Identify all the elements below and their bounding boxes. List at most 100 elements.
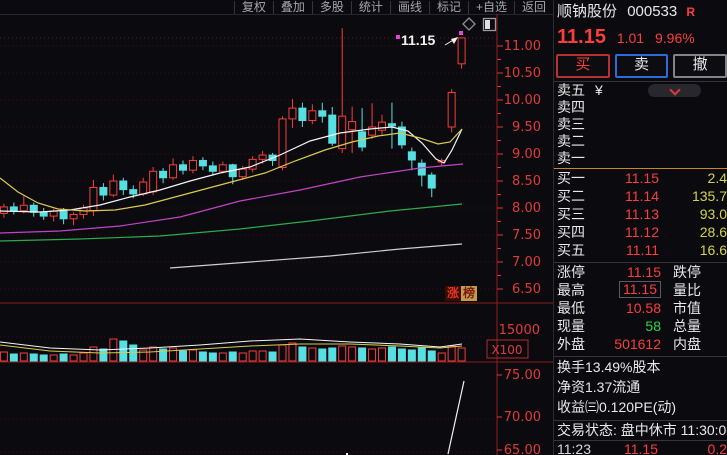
ask-label: 卖四 xyxy=(557,99,585,115)
bid-row-1[interactable]: 买一 11.15 2.4万 xyxy=(554,169,727,187)
stock-trading-app: 复权 叠加 多股 统计 画线 标记 +自选 返回 11.00 10.50 10.00… xyxy=(0,0,727,455)
bid-volume: 93.0万 xyxy=(699,206,727,222)
buy-button[interactable]: 买 xyxy=(556,54,610,78)
cancel-button[interactable]: 撤 xyxy=(673,54,727,78)
bid-row-4[interactable]: 买四 11.12 28.6万 xyxy=(554,223,727,241)
stat-value: 13.49% xyxy=(585,359,633,375)
stock-code: 000533 xyxy=(627,3,678,20)
y-axis: 11.00 10.50 10.00 9.50 9.00 8.50 8.00 7.50 7.00 6… xyxy=(0,37,541,297)
bid-label: 买五 xyxy=(557,242,585,258)
bid-price: 11.14 xyxy=(625,188,659,204)
stat-label-2: 市值 xyxy=(673,300,701,316)
badge-char: 榜 xyxy=(461,286,478,301)
svg-text:70.00: 70.00 xyxy=(504,410,541,425)
kline-chart: 11.00 10.50 10.00 9.50 9.00 8.50 8.00 7.50 7.00 6… xyxy=(0,14,553,455)
stat-label-2: 股本 xyxy=(632,359,661,375)
stat-label: 外盘 xyxy=(557,336,585,352)
limit-up-rank-badge[interactable]: 涨 榜 xyxy=(445,286,478,301)
trading-status: 交易状态: 盘中休市 11:30:00 xyxy=(557,422,727,438)
bid-row-2[interactable]: 买二 11.14 135.7万 xyxy=(554,187,727,205)
svg-text:6.50: 6.50 xyxy=(512,282,541,297)
stat-value: 10.58 xyxy=(625,300,661,316)
bid-label: 买一 xyxy=(557,170,585,186)
price-annotation: 11.15 xyxy=(401,32,436,48)
stat-current-vol: 现量 58 总量 xyxy=(554,317,727,335)
sell-button[interactable]: 卖 xyxy=(614,54,669,78)
stat-outer-vol: 外盘 501612 内盘 xyxy=(554,335,727,353)
stat-label: 最低 xyxy=(557,300,585,316)
price-change-pct: 9.96% xyxy=(654,30,695,46)
stat-value: 58 xyxy=(645,318,661,334)
indicator-pane: 75.00 70.00 65.00 xyxy=(0,368,541,455)
stat-label: 收益㈢ xyxy=(557,399,599,415)
ask-row-5[interactable]: 卖五 ¥ xyxy=(554,82,727,99)
ma-lines xyxy=(0,126,464,269)
svg-text:65.00: 65.00 xyxy=(504,443,541,455)
volume-pane: 15000 X100 xyxy=(0,323,540,362)
svg-text:7.00: 7.00 xyxy=(512,255,541,270)
ask-row-4[interactable]: 卖四 xyxy=(554,99,727,116)
bid-row-5[interactable]: 买五 11.11 16.6万 xyxy=(554,241,727,259)
bid-row-3[interactable]: 买三 11.13 93.0万 xyxy=(554,205,727,223)
stat-value: 501612 xyxy=(614,336,661,352)
tick-volume: 0.2万 xyxy=(707,441,727,455)
tick-time: 11:23 xyxy=(557,441,591,455)
ask-row-3[interactable]: 卖三 xyxy=(554,116,727,133)
ask-row-1[interactable]: 卖一 xyxy=(554,150,727,167)
bid-volume: 135.7万 xyxy=(691,188,727,204)
bid-label: 买四 xyxy=(557,224,585,240)
stat-label-2: 内盘 xyxy=(673,336,701,352)
order-buttons: 买 卖 撤 xyxy=(554,54,727,78)
stat-value-boxed[interactable]: 11.15 xyxy=(619,281,661,298)
ask-label: 卖三 xyxy=(557,116,585,132)
ask-label: 卖二 xyxy=(557,133,585,149)
stat-low: 最低 10.58 市值 xyxy=(554,299,727,317)
svg-text:X100: X100 xyxy=(491,343,522,357)
stat-value: 11.15 xyxy=(627,264,661,280)
stat-earnings: 收益㈢0.120PE(动) xyxy=(554,397,727,417)
bid-volume: 28.6万 xyxy=(699,224,727,240)
stat-turnover: 换手13.49%股本 xyxy=(554,357,727,377)
bid-label: 买二 xyxy=(557,188,585,204)
stat-label: 现量 xyxy=(557,318,585,334)
svg-text:9.00: 9.00 xyxy=(512,147,541,162)
ask-label: 卖一 xyxy=(557,150,585,166)
stat-label-2: 跌停 xyxy=(673,264,701,280)
stat-label-2: PE(动) xyxy=(634,399,677,415)
quote-panel: 顺钠股份 000533 R 11.15 1.01 9.96% 买 卖 撤 卖五 ¥… xyxy=(553,0,727,455)
levels-collapse-dropdown[interactable] xyxy=(648,84,701,97)
stat-high: 最高 11.15 量比 xyxy=(554,281,727,299)
stat-value: 1.37 xyxy=(585,379,613,395)
stat-net-assets: 净资1.37流通 xyxy=(554,377,727,397)
stock-title-row: 顺钠股份 000533 R xyxy=(554,0,727,24)
svg-text:9.50: 9.50 xyxy=(512,120,541,135)
currency-symbol: ¥ xyxy=(595,82,603,98)
ask-row-2[interactable]: 卖二 xyxy=(554,133,727,150)
stat-label: 涨停 xyxy=(557,264,585,280)
price-row: 11.15 1.01 9.96% xyxy=(554,24,727,50)
bid-price: 11.15 xyxy=(625,170,659,186)
bid-volume: 16.6万 xyxy=(699,242,727,258)
diamond-marker-icon[interactable] xyxy=(461,16,477,32)
svg-text:75.00: 75.00 xyxy=(504,368,541,383)
bid-volume: 2.4万 xyxy=(707,170,727,186)
stat-label: 净资 xyxy=(557,379,585,395)
ask-label: 卖五 xyxy=(557,82,585,98)
stat-label-2: 流通 xyxy=(612,379,641,395)
svg-text:8.50: 8.50 xyxy=(512,174,541,189)
tick-row[interactable]: 11:23 11.15 0.2万 xyxy=(554,441,727,455)
tick-price: 11.15 xyxy=(624,441,658,455)
stat-label: 换手 xyxy=(557,359,585,375)
bid-price: 11.11 xyxy=(626,242,659,258)
svg-text:11.00: 11.00 xyxy=(504,39,541,54)
chevron-down-icon xyxy=(669,84,681,96)
svg-text:15000: 15000 xyxy=(499,323,540,338)
panel-layout-icon[interactable] xyxy=(481,16,497,32)
stat-value: 0.120 xyxy=(599,399,635,415)
bid-price: 11.12 xyxy=(625,224,659,240)
bid-label: 买三 xyxy=(557,206,585,222)
stat-label: 最高 xyxy=(557,282,585,298)
stat-label-2: 总量 xyxy=(673,318,701,334)
marker-square xyxy=(396,35,400,39)
svg-text:8.00: 8.00 xyxy=(512,201,541,216)
